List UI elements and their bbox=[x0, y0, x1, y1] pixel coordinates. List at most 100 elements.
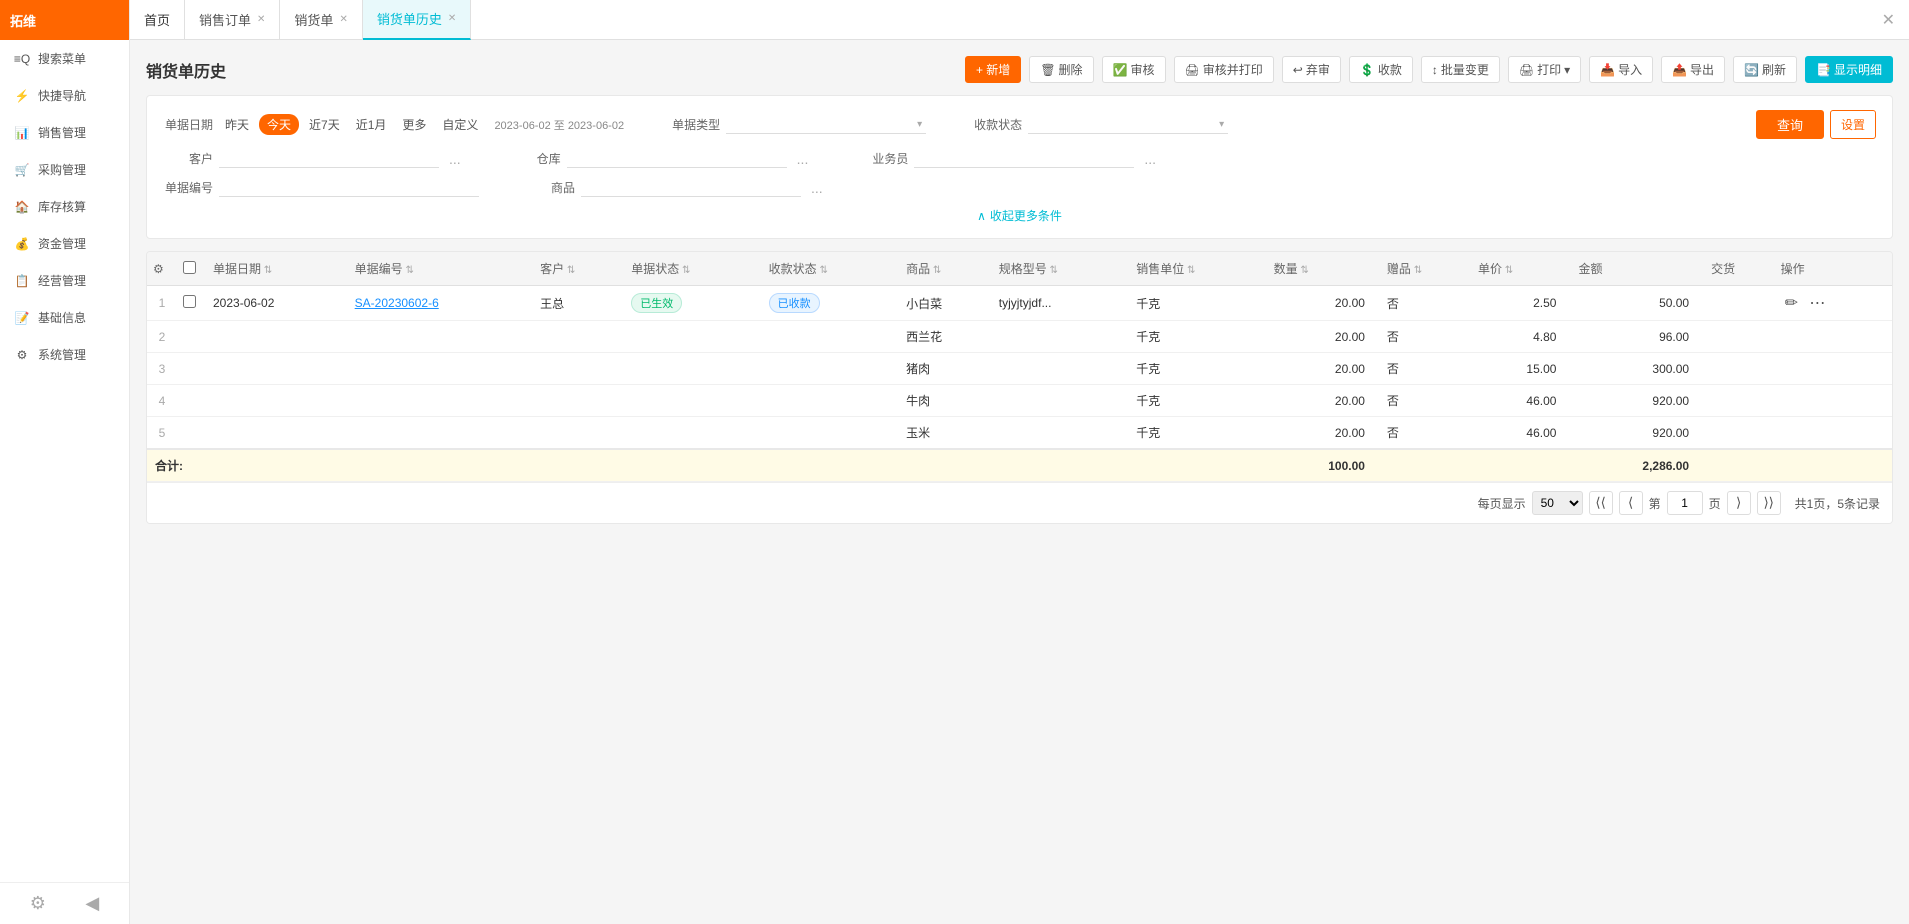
sidebar-item-purchase[interactable]: 🛒 采购管理 bbox=[0, 151, 129, 188]
refresh-button[interactable]: 🔄 刷新 bbox=[1733, 56, 1797, 83]
sidebar-item-label: 搜索菜单 bbox=[38, 50, 86, 67]
date-custom[interactable]: 自定义 bbox=[436, 114, 484, 135]
settings-button[interactable]: 设置 bbox=[1830, 110, 1876, 139]
row1-more-icon[interactable]: ⋯ bbox=[1805, 293, 1829, 314]
table-row: 2 西兰花 千克 20.00 否 4.80 96.00 bbox=[147, 321, 1892, 353]
col-doc-date-header[interactable]: 单据日期 bbox=[207, 252, 349, 286]
col-unit-header[interactable]: 销售单位 bbox=[1130, 252, 1267, 286]
col-qty-header[interactable]: 数量 bbox=[1268, 252, 1381, 286]
audit-icon: ✅ bbox=[1113, 63, 1128, 77]
salesperson-group: 业务员 ... bbox=[858, 149, 1160, 168]
next-page-button[interactable]: ⟩ bbox=[1727, 491, 1751, 515]
row4-spec bbox=[993, 385, 1130, 417]
row5-spec bbox=[993, 417, 1130, 450]
sidebar-item-inventory[interactable]: 🏠 库存核算 bbox=[0, 188, 129, 225]
tab-sales-delivery[interactable]: 销货单 ✕ bbox=[280, 0, 362, 40]
collect-status-select[interactable] bbox=[1028, 115, 1228, 134]
sidebar-item-finance[interactable]: 💰 资金管理 bbox=[0, 225, 129, 262]
row1-edit-icon[interactable]: ✏ bbox=[1781, 293, 1802, 314]
print-button[interactable]: 🖨 打印 ▾ bbox=[1508, 56, 1581, 83]
col-customer-header[interactable]: 客户 bbox=[534, 252, 625, 286]
col-goods-header[interactable]: 商品 bbox=[900, 252, 993, 286]
goods-input[interactable] bbox=[581, 178, 801, 197]
row2-num: 2 bbox=[147, 321, 177, 353]
audit-print-button[interactable]: 🖨 审核并打印 bbox=[1174, 56, 1274, 83]
warehouse-ellipsis[interactable]: ... bbox=[793, 151, 813, 167]
sidebar-item-baseinfo[interactable]: 📝 基础信息 bbox=[0, 299, 129, 336]
query-button[interactable]: 查询 bbox=[1756, 110, 1824, 139]
tab-bar-close[interactable]: ✕ bbox=[1868, 10, 1909, 30]
col-doc-status-header[interactable]: 单据状态 bbox=[625, 252, 762, 286]
new-button[interactable]: + 新增 bbox=[965, 56, 1021, 83]
first-page-button[interactable]: ⟨⟨ bbox=[1589, 491, 1613, 515]
abandon-button[interactable]: ↩ 弃审 bbox=[1282, 56, 1341, 83]
batch-change-button[interactable]: ↕ 批量变更 bbox=[1421, 56, 1500, 83]
col-doc-no-header[interactable]: 单据编号 bbox=[349, 252, 534, 286]
customer-ellipsis[interactable]: ... bbox=[445, 151, 465, 167]
refresh-icon: 🔄 bbox=[1744, 63, 1759, 77]
sidebar-item-operations[interactable]: 📋 经营管理 bbox=[0, 262, 129, 299]
salesperson-ellipsis[interactable]: ... bbox=[1140, 151, 1160, 167]
tab-sales-order[interactable]: 销售订单 ✕ bbox=[185, 0, 280, 40]
date-7days[interactable]: 近7天 bbox=[303, 114, 346, 135]
doc-type-select[interactable] bbox=[726, 115, 926, 134]
show-detail-button[interactable]: 📑 显示明细 bbox=[1805, 56, 1893, 83]
audit-button[interactable]: ✅ 审核 bbox=[1102, 56, 1166, 83]
warehouse-input[interactable] bbox=[567, 149, 787, 168]
salesperson-input[interactable] bbox=[914, 149, 1134, 168]
per-page-select[interactable]: 50 100 200 bbox=[1532, 491, 1583, 515]
print-dropdown-icon: ▾ bbox=[1564, 63, 1570, 77]
tab-sales-order-close[interactable]: ✕ bbox=[257, 14, 265, 25]
tab-sales-history-close[interactable]: ✕ bbox=[448, 13, 456, 24]
table-row: 5 玉米 千克 20.00 否 46.00 920.00 bbox=[147, 417, 1892, 450]
row1-select[interactable] bbox=[183, 295, 196, 308]
goods-ellipsis[interactable]: ... bbox=[807, 180, 827, 196]
warehouse-label: 仓库 bbox=[511, 150, 561, 167]
collapse-button[interactable]: ∧ 收起更多条件 bbox=[163, 207, 1876, 224]
sidebar-collapse-icon[interactable]: ◀ bbox=[85, 893, 99, 914]
row1-doc-no-link[interactable]: SA-20230602-6 bbox=[355, 296, 439, 310]
current-page-input[interactable] bbox=[1667, 491, 1703, 515]
tab-home[interactable]: 首页 bbox=[130, 0, 185, 40]
date-today[interactable]: 今天 bbox=[259, 114, 299, 135]
row4-unit-price: 46.00 bbox=[1472, 385, 1572, 417]
sidebar-settings-icon[interactable]: ⚙ bbox=[30, 893, 46, 914]
date-1month[interactable]: 近1月 bbox=[350, 114, 393, 135]
tab-sales-history[interactable]: 销货单历史 ✕ bbox=[363, 0, 471, 40]
sidebar-item-quicknav[interactable]: ⚡ 快捷导航 bbox=[0, 77, 129, 114]
row3-spec bbox=[993, 353, 1130, 385]
row1-action: ✏ ⋯ bbox=[1775, 286, 1892, 321]
batch-icon: ↕ bbox=[1432, 63, 1438, 77]
sidebar-item-sales[interactable]: 📊 销售管理 bbox=[0, 114, 129, 151]
row1-customer: 王总 bbox=[534, 286, 625, 321]
sidebar-item-search[interactable]: ≡Q 搜索菜单 bbox=[0, 40, 129, 77]
row1-num: 1 bbox=[147, 286, 177, 321]
settings-gear-icon[interactable]: ⚙ bbox=[153, 262, 164, 276]
export-button[interactable]: 📤 导出 bbox=[1661, 56, 1725, 83]
import-button[interactable]: 📥 导入 bbox=[1589, 56, 1653, 83]
tab-sales-delivery-close[interactable]: ✕ bbox=[339, 14, 347, 25]
select-all-checkbox[interactable] bbox=[183, 261, 196, 274]
col-collect-status-header[interactable]: 收款状态 bbox=[763, 252, 900, 286]
row3-doc-date bbox=[207, 353, 349, 385]
query-settings-buttons: 查询 设置 bbox=[1756, 110, 1876, 139]
col-spec-header[interactable]: 规格型号 bbox=[993, 252, 1130, 286]
date-range-display: 2023-06-02 至 2023-06-02 bbox=[494, 117, 624, 133]
prev-page-button[interactable]: ⟨ bbox=[1619, 491, 1643, 515]
delete-button[interactable]: 🗑 删除 bbox=[1029, 56, 1093, 83]
row4-unit: 千克 bbox=[1130, 385, 1267, 417]
col-gift-header[interactable]: 赠品 bbox=[1381, 252, 1472, 286]
date-yesterday[interactable]: 昨天 bbox=[219, 114, 255, 135]
col-settings-header: ⚙ bbox=[147, 252, 177, 286]
date-more[interactable]: 更多 bbox=[396, 114, 432, 135]
docno-input[interactable] bbox=[219, 178, 479, 197]
page-title: 销货单历史 bbox=[146, 58, 226, 82]
row4-qty: 20.00 bbox=[1268, 385, 1381, 417]
row1-doc-status: 已生效 bbox=[625, 286, 762, 321]
row4-doc-date bbox=[207, 385, 349, 417]
collect-button[interactable]: 💲 收款 bbox=[1349, 56, 1413, 83]
sidebar-item-system[interactable]: ⚙ 系统管理 bbox=[0, 336, 129, 373]
last-page-button[interactable]: ⟩⟩ bbox=[1757, 491, 1781, 515]
col-unit-price-header[interactable]: 单价 bbox=[1472, 252, 1572, 286]
customer-input[interactable] bbox=[219, 149, 439, 168]
